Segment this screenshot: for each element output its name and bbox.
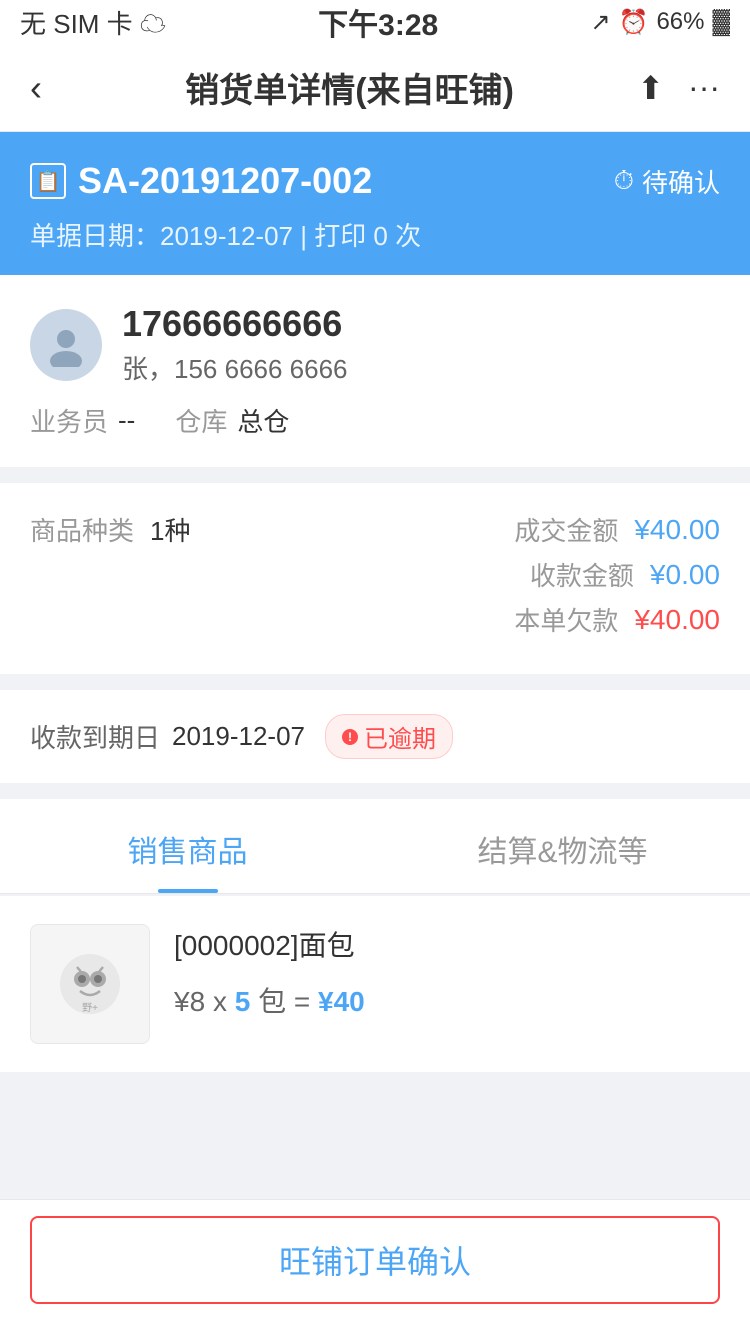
sales-label: 业务员 bbox=[30, 402, 108, 439]
customer-detail-row: 业务员 -- 仓库 总仓 bbox=[30, 402, 720, 439]
page-title: 销货单详情(来自旺铺) bbox=[62, 63, 637, 112]
tabs-section: 销售商品 结算&物流等 bbox=[0, 799, 750, 894]
received-amount-row: 收款金额 ¥0.00 bbox=[514, 556, 720, 593]
product-unit-price: ¥8 bbox=[174, 986, 205, 1017]
summary-amounts: 成交金额 ¥40.00 收款金额 ¥0.00 本单欠款 ¥40.00 bbox=[514, 511, 720, 646]
customer-row: 17666666666 张，156 6666 6666 bbox=[30, 303, 720, 386]
product-price-row: ¥8 x 5 包 = ¥40 bbox=[174, 980, 720, 1020]
product-info: [0000002]面包 ¥8 x 5 包 = ¥40 bbox=[174, 924, 720, 1020]
owed-amount-row: 本单欠款 ¥40.00 bbox=[514, 601, 720, 638]
product-type-label: 商品种类 bbox=[30, 511, 134, 548]
product-item: 野+ [0000002]面包 ¥8 x 5 包 = ¥40 bbox=[30, 924, 720, 1044]
warehouse-value: 总仓 bbox=[237, 402, 289, 439]
tab-settlement[interactable]: 结算&物流等 bbox=[375, 799, 750, 893]
owed-amount-label: 本单欠款 bbox=[514, 601, 618, 638]
confirm-order-button[interactable]: 旺铺订单确认 bbox=[30, 1216, 720, 1304]
date-value: 2019-12-07 | 打印 0 次 bbox=[160, 221, 421, 251]
nav-bar: ‹ 销货单详情(来自旺铺) ⬆ ··· bbox=[0, 44, 750, 132]
bottom-bar: 旺铺订单确认 bbox=[0, 1199, 750, 1334]
product-thumbnail: 野+ bbox=[30, 924, 150, 1044]
warehouse-item: 仓库 总仓 bbox=[175, 402, 289, 439]
svg-text:野+: 野+ bbox=[82, 1002, 98, 1014]
due-date-section: 收款到期日 2019-12-07 ! 已逾期 bbox=[0, 690, 750, 783]
status-time: 下午3:28 bbox=[318, 0, 438, 44]
sales-value: -- bbox=[118, 405, 135, 436]
deal-amount-label: 成交金额 bbox=[514, 511, 618, 548]
summary-left: 商品种类 1种 bbox=[30, 511, 190, 556]
received-amount-label: 收款金额 bbox=[530, 556, 634, 593]
order-number: 📋 SA-20191207-002 bbox=[30, 160, 372, 202]
overdue-badge: ! 已逾期 bbox=[325, 714, 453, 759]
status-right: ↗ ⏰ 66% ▓ bbox=[590, 8, 730, 37]
order-header-row: 📋 SA-20191207-002 ⏱ 待确认 bbox=[30, 160, 720, 202]
order-date-row: 单据日期：2019-12-07 | 打印 0 次 bbox=[30, 216, 720, 253]
product-section: 野+ [0000002]面包 ¥8 x 5 包 = ¥40 bbox=[0, 896, 750, 1072]
person-icon bbox=[44, 323, 88, 367]
customer-phone: 17666666666 bbox=[122, 303, 348, 345]
customer-name-phone: 张，156 6666 6666 bbox=[122, 349, 348, 386]
product-type-row: 商品种类 1种 bbox=[30, 511, 190, 548]
due-date-value: 2019-12-07 bbox=[172, 721, 305, 752]
due-date-label: 收款到期日 bbox=[30, 718, 160, 755]
sales-item: 业务员 -- bbox=[30, 402, 135, 439]
sim-status: 无 SIM 卡 ☁ bbox=[20, 4, 166, 41]
product-type-value: 1种 bbox=[150, 511, 190, 548]
customer-section: 17666666666 张，156 6666 6666 业务员 -- 仓库 总仓 bbox=[0, 275, 750, 467]
product-total: ¥40 bbox=[318, 986, 365, 1017]
more-button[interactable]: ··· bbox=[688, 69, 720, 106]
content-spacer bbox=[0, 1072, 750, 1192]
multiply-sign: x bbox=[213, 986, 235, 1017]
status-bar: 无 SIM 卡 ☁ 下午3:28 ↗ ⏰ 66% ▓ bbox=[0, 0, 750, 44]
product-logo-icon: 野+ bbox=[55, 949, 125, 1019]
order-header-card: 📋 SA-20191207-002 ⏱ 待确认 单据日期：2019-12-07 … bbox=[0, 132, 750, 275]
avatar bbox=[30, 309, 102, 381]
order-status: ⏱ 待确认 bbox=[614, 163, 720, 200]
product-unit: 包 bbox=[258, 986, 286, 1017]
battery-icon: ▓ bbox=[713, 8, 731, 36]
warehouse-label: 仓库 bbox=[175, 402, 227, 439]
tabs-row: 销售商品 结算&物流等 bbox=[0, 799, 750, 894]
location-icon: ↗ bbox=[590, 8, 610, 37]
product-quantity: 5 bbox=[235, 986, 251, 1017]
back-button[interactable]: ‹ bbox=[30, 57, 62, 119]
order-type-icon: 📋 bbox=[30, 163, 66, 199]
battery-status: 66% bbox=[656, 8, 704, 36]
customer-info: 17666666666 张，156 6666 6666 bbox=[122, 303, 348, 386]
deal-amount-value: ¥40.00 bbox=[634, 514, 720, 546]
clock-icon: ⏱ bbox=[614, 165, 634, 197]
summary-section: 商品种类 1种 成交金额 ¥40.00 收款金额 ¥0.00 本单欠款 ¥40.… bbox=[0, 483, 750, 674]
received-amount-value: ¥0.00 bbox=[650, 559, 720, 591]
share-button[interactable]: ⬆ bbox=[637, 69, 664, 107]
tab-sales-goods[interactable]: 销售商品 bbox=[0, 799, 375, 893]
deal-amount-row: 成交金额 ¥40.00 bbox=[514, 511, 720, 548]
equals-sign: = bbox=[294, 986, 318, 1017]
nav-actions: ⬆ ··· bbox=[637, 69, 720, 107]
product-name: [0000002]面包 bbox=[174, 924, 720, 964]
alarm-icon: ⏰ bbox=[619, 8, 649, 37]
owed-amount-value: ¥40.00 bbox=[634, 604, 720, 636]
overdue-dot-icon: ! bbox=[342, 729, 358, 745]
date-label: 单据日期： bbox=[30, 221, 160, 251]
overdue-text: 已逾期 bbox=[364, 719, 436, 754]
status-left: 无 SIM 卡 ☁ bbox=[20, 4, 166, 41]
